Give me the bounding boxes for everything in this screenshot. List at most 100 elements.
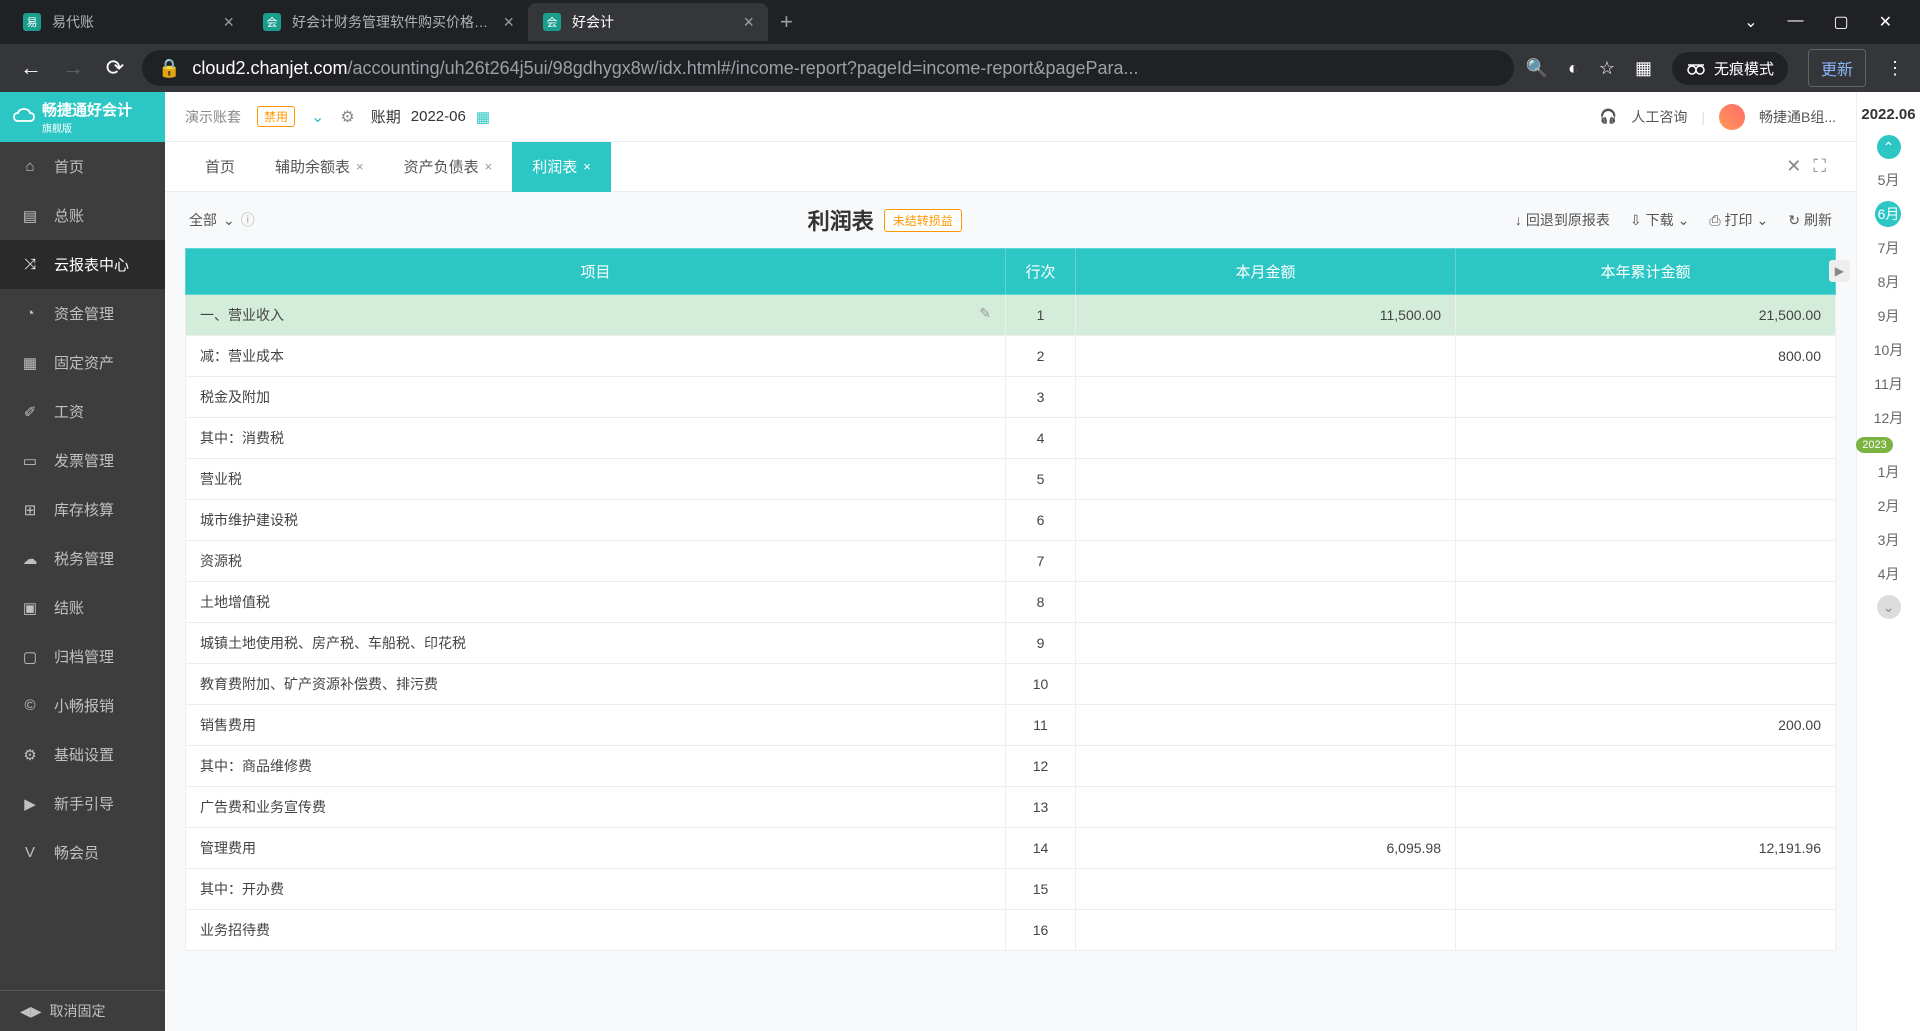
print-button[interactable]: ⎙打印⌄ bbox=[1709, 210, 1768, 230]
month-9月[interactable]: 9月 bbox=[1870, 299, 1906, 333]
table-row[interactable]: 土地增值税8 bbox=[186, 582, 1836, 623]
close-icon[interactable]: × bbox=[223, 12, 234, 33]
browser-tab-3[interactable]: 会 好会计 × bbox=[528, 3, 768, 41]
reload-button[interactable]: ⟳ bbox=[100, 51, 130, 85]
close-all-icon[interactable]: ✕ bbox=[1786, 156, 1801, 177]
table-row[interactable]: 管理费用146,095.9812,191.96 bbox=[186, 828, 1836, 869]
nav-icon: ▣ bbox=[20, 599, 40, 617]
month-6月[interactable]: 6月 bbox=[1870, 197, 1906, 231]
table-row[interactable]: 一、营业收入✎111,500.0021,500.00 bbox=[186, 295, 1836, 336]
table-row[interactable]: 营业税5 bbox=[186, 459, 1836, 500]
maximize-icon[interactable]: ▢ bbox=[1833, 12, 1848, 32]
new-tab-button[interactable]: + bbox=[768, 9, 805, 35]
bookmark-icon[interactable]: ☆ bbox=[1599, 58, 1615, 79]
fullscreen-icon[interactable]: ⛶ bbox=[1813, 156, 1826, 177]
month-8月[interactable]: 8月 bbox=[1870, 265, 1906, 299]
update-button[interactable]: 更新 bbox=[1808, 49, 1866, 87]
month-4月[interactable]: 4月 bbox=[1870, 557, 1906, 591]
scroll-up-icon[interactable]: ⌃ bbox=[1877, 135, 1901, 159]
calendar-icon[interactable]: ▦ bbox=[476, 108, 490, 126]
period-label: 账期 bbox=[371, 106, 401, 127]
sidebar-item-基础设置[interactable]: ⚙基础设置 bbox=[0, 730, 165, 779]
url-domain: cloud2.chanjet.com bbox=[192, 58, 347, 78]
table-row[interactable]: 税金及附加3 bbox=[186, 377, 1836, 418]
table-row[interactable]: 业务招待费16 bbox=[186, 910, 1836, 951]
filter-dropdown[interactable]: 全部 ⌄ ⓘ bbox=[189, 210, 255, 230]
tab-首页[interactable]: 首页 bbox=[185, 142, 255, 192]
sidebar-item-资金管理[interactable]: ◔资金管理 bbox=[0, 289, 165, 338]
sidebar-item-首页[interactable]: ⌂首页 bbox=[0, 142, 165, 191]
month-5月[interactable]: 5月 bbox=[1870, 163, 1906, 197]
browser-tab-2[interactable]: 会 好会计财务管理软件购买价格及... × bbox=[248, 3, 528, 41]
sidebar-item-税务管理[interactable]: ☁税务管理 bbox=[0, 534, 165, 583]
svg-text:会: 会 bbox=[267, 16, 278, 29]
url-bar[interactable]: 🔒 cloud2.chanjet.com/accounting/uh26t264… bbox=[142, 50, 1514, 86]
cancel-pin-button[interactable]: ◀▶ 取消固定 bbox=[0, 991, 165, 1031]
gear-icon[interactable]: ⚙ bbox=[340, 107, 354, 127]
table-row[interactable]: 其中：消费税4 bbox=[186, 418, 1836, 459]
chevron-down-icon[interactable]: ⌄ bbox=[1744, 12, 1757, 32]
zoom-icon[interactable]: 🔍 bbox=[1526, 58, 1548, 79]
close-icon[interactable]: × bbox=[503, 12, 514, 33]
download-button[interactable]: ⇩下载⌄ bbox=[1630, 210, 1689, 230]
month-11月[interactable]: 11月 bbox=[1870, 367, 1906, 401]
sidebar-item-固定资产[interactable]: ▦固定资产 bbox=[0, 338, 165, 387]
table-row[interactable]: 减：营业成本2800.00 bbox=[186, 336, 1836, 377]
month-2月[interactable]: 2月 bbox=[1870, 489, 1906, 523]
month-12月[interactable]: 12月 bbox=[1870, 401, 1906, 435]
table-row[interactable]: 其中：开办费15 bbox=[186, 869, 1836, 910]
help-icon[interactable]: ⓘ bbox=[241, 210, 255, 230]
extension-icon[interactable]: ◐ bbox=[1568, 58, 1579, 79]
period-value[interactable]: 2022-06 bbox=[411, 108, 466, 125]
revert-button[interactable]: ↓回退到原报表 bbox=[1515, 210, 1610, 230]
sidebar-item-库存核算[interactable]: ⊞库存核算 bbox=[0, 485, 165, 534]
browser-tab-1[interactable]: 易 易代账 × bbox=[8, 3, 248, 41]
edit-icon[interactable]: ✎ bbox=[979, 305, 991, 322]
close-window-icon[interactable]: ✕ bbox=[1879, 12, 1892, 32]
table-row[interactable]: 教育费附加、矿产资源补偿费、排污费10 bbox=[186, 664, 1836, 705]
month-3月[interactable]: 3月 bbox=[1870, 523, 1906, 557]
consult-link[interactable]: 人工咨询 bbox=[1631, 107, 1687, 127]
disable-badge[interactable]: 禁用 bbox=[257, 106, 295, 127]
menu-icon[interactable]: ⋮ bbox=[1886, 58, 1904, 79]
sidebar-item-云报表中心[interactable]: ⤨云报表中心 bbox=[0, 240, 165, 289]
table-row[interactable]: 其中：商品维修费12 bbox=[186, 746, 1836, 787]
sidebar-item-发票管理[interactable]: ▭发票管理 bbox=[0, 436, 165, 485]
back-button[interactable]: ← bbox=[16, 51, 46, 85]
sidebar-item-结账[interactable]: ▣结账 bbox=[0, 583, 165, 632]
sidebar-item-总账[interactable]: ▤总账 bbox=[0, 191, 165, 240]
refresh-button[interactable]: ↻刷新 bbox=[1788, 210, 1832, 230]
tab-利润表[interactable]: 利润表× bbox=[512, 142, 611, 192]
forward-button[interactable]: → bbox=[58, 51, 88, 85]
avatar[interactable] bbox=[1719, 104, 1745, 130]
chevron-down-icon[interactable]: ⌄ bbox=[311, 107, 324, 127]
close-icon[interactable]: × bbox=[356, 159, 364, 174]
month-10月[interactable]: 10月 bbox=[1870, 333, 1906, 367]
table-row[interactable]: 城市维护建设税6 bbox=[186, 500, 1836, 541]
table-row[interactable]: 广告费和业务宣传费13 bbox=[186, 787, 1836, 828]
user-name[interactable]: 畅捷通B组... bbox=[1759, 107, 1836, 127]
sidebar-item-小畅报销[interactable]: ©小畅报销 bbox=[0, 681, 165, 730]
close-icon[interactable]: × bbox=[485, 159, 493, 174]
tab-辅助余额表[interactable]: 辅助余额表× bbox=[255, 142, 384, 192]
account-select[interactable]: 演示账套 bbox=[185, 107, 241, 127]
month-1月[interactable]: 1月 bbox=[1870, 455, 1906, 489]
table-row[interactable]: 资源税7 bbox=[186, 541, 1836, 582]
close-icon[interactable]: × bbox=[743, 12, 754, 33]
table-row[interactable]: 销售费用11200.00 bbox=[186, 705, 1836, 746]
sidebar-item-工资[interactable]: ✐工资 bbox=[0, 387, 165, 436]
cell-year bbox=[1456, 582, 1836, 623]
tab-资产负债表[interactable]: 资产负债表× bbox=[384, 142, 513, 192]
close-icon[interactable]: × bbox=[583, 159, 591, 174]
scroll-down-icon[interactable]: ⌄ bbox=[1877, 595, 1901, 619]
cell-num: 3 bbox=[1006, 377, 1076, 418]
extensions-icon[interactable]: ▦ bbox=[1635, 58, 1652, 79]
sidebar-item-畅会员[interactable]: V畅会员 bbox=[0, 828, 165, 877]
minimize-icon[interactable]: — bbox=[1787, 12, 1803, 32]
expand-arrow-icon[interactable]: ▶ bbox=[1829, 260, 1850, 282]
sidebar-item-归档管理[interactable]: ▢归档管理 bbox=[0, 632, 165, 681]
sidebar-item-新手引导[interactable]: ▶新手引导 bbox=[0, 779, 165, 828]
table-row[interactable]: 城镇土地使用税、房产税、车船税、印花税9 bbox=[186, 623, 1836, 664]
month-7月[interactable]: 7月 bbox=[1870, 231, 1906, 265]
incognito-badge[interactable]: 无痕模式 bbox=[1672, 52, 1788, 85]
